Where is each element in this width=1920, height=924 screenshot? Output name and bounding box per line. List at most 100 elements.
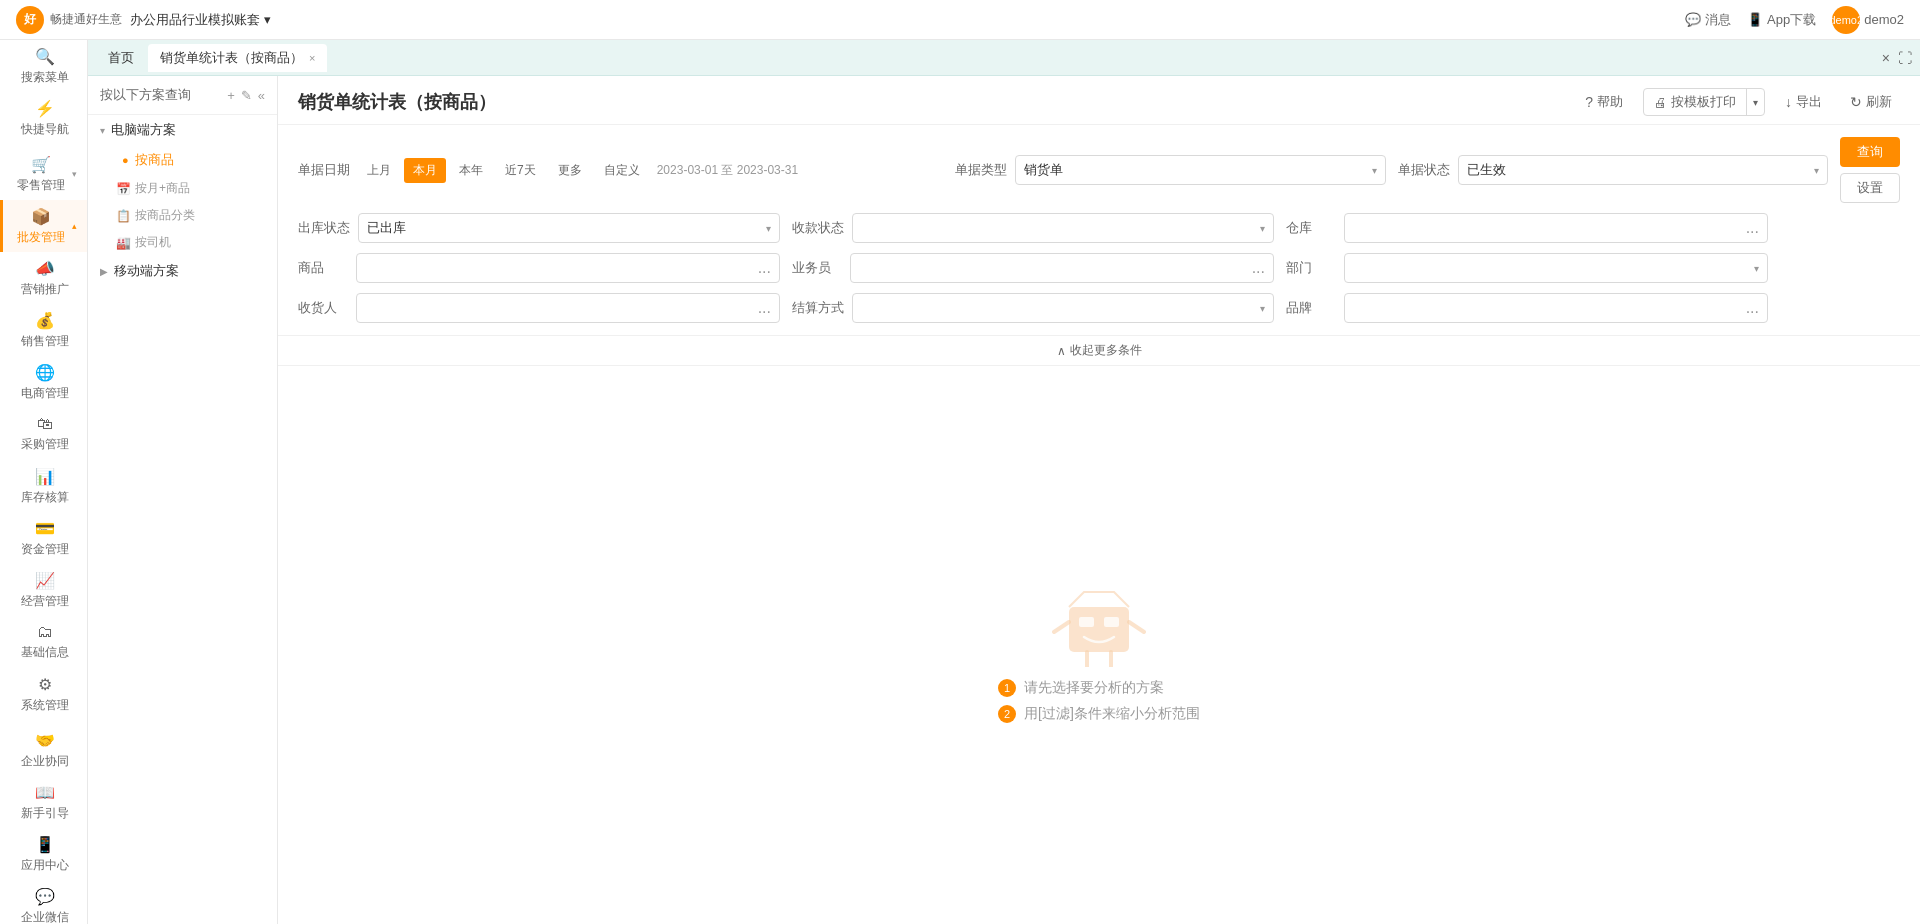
sidebar-item-enterprise[interactable]: 🤝 企业协同: [0, 724, 87, 776]
settings-button[interactable]: 设置: [1840, 173, 1900, 203]
svg-line-3: [1054, 622, 1069, 632]
tab-bar: 首页 销货单统计表（按商品） × × ⛶: [88, 40, 1920, 76]
sub-scheme-category[interactable]: 📋 按商品分类: [88, 202, 277, 229]
print-button-group: 🖨 按模板打印 ▾: [1643, 88, 1765, 116]
sub-scheme-warehouse[interactable]: 🏭 按司机: [88, 229, 277, 256]
sidebar-item-guide[interactable]: 📖 新手引导: [0, 776, 87, 828]
avatar: demo2: [1832, 6, 1860, 34]
filter-item-payment-status: 收款状态 ▾: [792, 213, 1274, 243]
sidebar-item-inventory[interactable]: 📊 库存核算: [0, 460, 87, 512]
doc-status-select[interactable]: 已生效 ▾: [1458, 155, 1828, 185]
payment-status-select[interactable]: ▾: [852, 213, 1274, 243]
date-btn-more[interactable]: 更多: [549, 158, 591, 183]
settlement-select[interactable]: ▾: [852, 293, 1274, 323]
brand-dots[interactable]: ...: [1746, 299, 1759, 317]
empty-tip-2: 2 用[过滤]条件来缩小分析范围: [998, 705, 1200, 723]
doc-type-select[interactable]: 销货单 ▾: [1015, 155, 1385, 185]
tip1-number: 1: [998, 679, 1016, 697]
consignee-dots[interactable]: ...: [758, 299, 771, 317]
add-scheme-button[interactable]: +: [227, 88, 235, 103]
filter-item-brand: 品牌 ...: [1286, 293, 1768, 323]
empty-state: 1 请先选择要分析的方案 2 用[过滤]条件来缩小分析范围: [278, 366, 1920, 924]
sidebar-item-finance[interactable]: 💳 资金管理: [0, 512, 87, 564]
filter-item-doc-status: 单据状态 已生效 ▾: [1398, 155, 1828, 185]
consignee-select[interactable]: ...: [356, 293, 780, 323]
sidebar-item-system[interactable]: ⚙ 系统管理: [0, 668, 87, 720]
purchase-icon: 🛍: [37, 415, 53, 433]
sidebar-item-retail[interactable]: 🛒 零售管理 ▾: [0, 148, 87, 200]
tab-active[interactable]: 销货单统计表（按商品） ×: [148, 44, 327, 72]
sidebar-item-appcenter[interactable]: 📱 应用中心: [0, 828, 87, 880]
date-btn-last-month[interactable]: 上月: [358, 158, 400, 183]
warehouse-select[interactable]: ...: [1344, 213, 1768, 243]
sub-scheme-group: 📅 按月+商品 📋 按商品分类 🏭 按司机: [88, 175, 277, 256]
user-profile[interactable]: demo2 demo2: [1832, 6, 1904, 34]
staff-select[interactable]: ...: [850, 253, 1274, 283]
pc-group-name: 电脑端方案: [111, 121, 176, 139]
guide-icon: 📖: [35, 783, 55, 802]
filter-item-consignee: 收货人 ...: [298, 293, 780, 323]
retail-arrow: ▾: [72, 169, 77, 179]
sidebar-item-marketing[interactable]: 📣 营销推广: [0, 252, 87, 304]
date-btn-last7days[interactable]: 近7天: [496, 158, 545, 183]
collapse-panel-button[interactable]: «: [258, 88, 265, 103]
edit-scheme-button[interactable]: ✎: [241, 88, 252, 103]
print-button[interactable]: 🖨 按模板打印: [1644, 89, 1747, 115]
tab-home[interactable]: 首页: [96, 44, 146, 72]
product-dots[interactable]: ...: [758, 259, 771, 277]
department-label: 部门: [1286, 259, 1336, 277]
department-select[interactable]: ▾: [1344, 253, 1768, 283]
sidebar-item-wholesale[interactable]: 📦 批发管理 ▴: [0, 200, 87, 252]
sidebar-item-purchase[interactable]: 🛍 采购管理: [0, 408, 87, 460]
doc-status-arrow: ▾: [1814, 165, 1819, 176]
filter-row-1: 单据日期 上月 本月 本年 近7天 更多 自定义 2023-03-01 至 20…: [298, 137, 1900, 203]
print-dropdown-arrow[interactable]: ▾: [1747, 93, 1764, 112]
query-button[interactable]: 查询: [1840, 137, 1900, 167]
sidebar-item-ecommerce[interactable]: 🌐 电商管理: [0, 356, 87, 408]
sidebar-item-sales[interactable]: 💰 销售管理: [0, 304, 87, 356]
active-scheme-icon: ●: [122, 154, 129, 166]
out-status-select[interactable]: 已出库 ▾: [358, 213, 780, 243]
tip1-text: 请先选择要分析的方案: [1024, 679, 1164, 697]
category-icon: 📋: [116, 209, 131, 223]
message-button[interactable]: 💬 消息: [1685, 11, 1731, 29]
operations-icon: 📈: [35, 571, 55, 590]
topbar-right: 💬 消息 📱 App下载 demo2 demo2: [1685, 6, 1904, 34]
staff-dots[interactable]: ...: [1252, 259, 1265, 277]
sidebar-item-search[interactable]: 🔍 搜索菜单: [0, 40, 87, 92]
app-download-button[interactable]: 📱 App下载: [1747, 11, 1816, 29]
scheme-group-pc-header[interactable]: ▾ 电脑端方案: [88, 115, 277, 145]
date-btn-this-year[interactable]: 本年: [450, 158, 492, 183]
sidebar-item-wechat[interactable]: 💬 企业微信: [0, 880, 87, 924]
product-select[interactable]: ...: [356, 253, 780, 283]
collapse-bar[interactable]: ∧ 收起更多条件: [278, 336, 1920, 366]
refresh-button[interactable]: ↻ 刷新: [1842, 89, 1900, 115]
maximize-button[interactable]: ⛶: [1898, 50, 1912, 66]
export-button[interactable]: ↓ 导出: [1777, 89, 1830, 115]
workspace-selector[interactable]: 办公用品行业模拟账套 ▾: [130, 11, 271, 29]
filter-item-settlement: 结算方式 ▾: [792, 293, 1274, 323]
date-btn-this-month[interactable]: 本月: [404, 158, 446, 183]
filter-item-product: 商品 ...: [298, 253, 780, 283]
sidebar-item-operations[interactable]: 📈 经营管理: [0, 564, 87, 616]
brand-select[interactable]: ...: [1344, 293, 1768, 323]
sub-scheme-month-product[interactable]: 📅 按月+商品: [88, 175, 277, 202]
svg-rect-0: [1069, 607, 1129, 652]
date-btn-custom[interactable]: 自定义: [595, 158, 649, 183]
filter-item-doc-type: 单据类型 销货单 ▾: [955, 155, 1385, 185]
sidebar-item-basic[interactable]: 🗂 基础信息: [0, 616, 87, 668]
wechat-icon: 💬: [35, 887, 55, 906]
scheme-group-pc: ▾ 电脑端方案 ● 按商品 📅 按月+商品: [88, 115, 277, 256]
tab-close-button[interactable]: ×: [309, 52, 315, 64]
filter-row-3: 商品 ... 业务员 ...: [298, 253, 1900, 283]
minimize-button[interactable]: ×: [1882, 50, 1890, 66]
collapse-label: 收起更多条件: [1070, 342, 1142, 359]
warehouse-dots[interactable]: ...: [1746, 219, 1759, 237]
logo-text: 畅捷通好生意: [50, 12, 122, 26]
help-button[interactable]: ? 帮助: [1577, 89, 1631, 115]
scheme-item-by-product[interactable]: ● 按商品: [88, 145, 277, 175]
filter-row-2: 出库状态 已出库 ▾ 收款状态 ▾: [298, 213, 1900, 243]
scheme-group-mobile-header[interactable]: ▶ 移动端方案: [88, 256, 277, 286]
mobile-group-arrow: ▶: [100, 266, 108, 277]
sidebar-item-quicknav[interactable]: ⚡ 快捷导航: [0, 92, 87, 144]
